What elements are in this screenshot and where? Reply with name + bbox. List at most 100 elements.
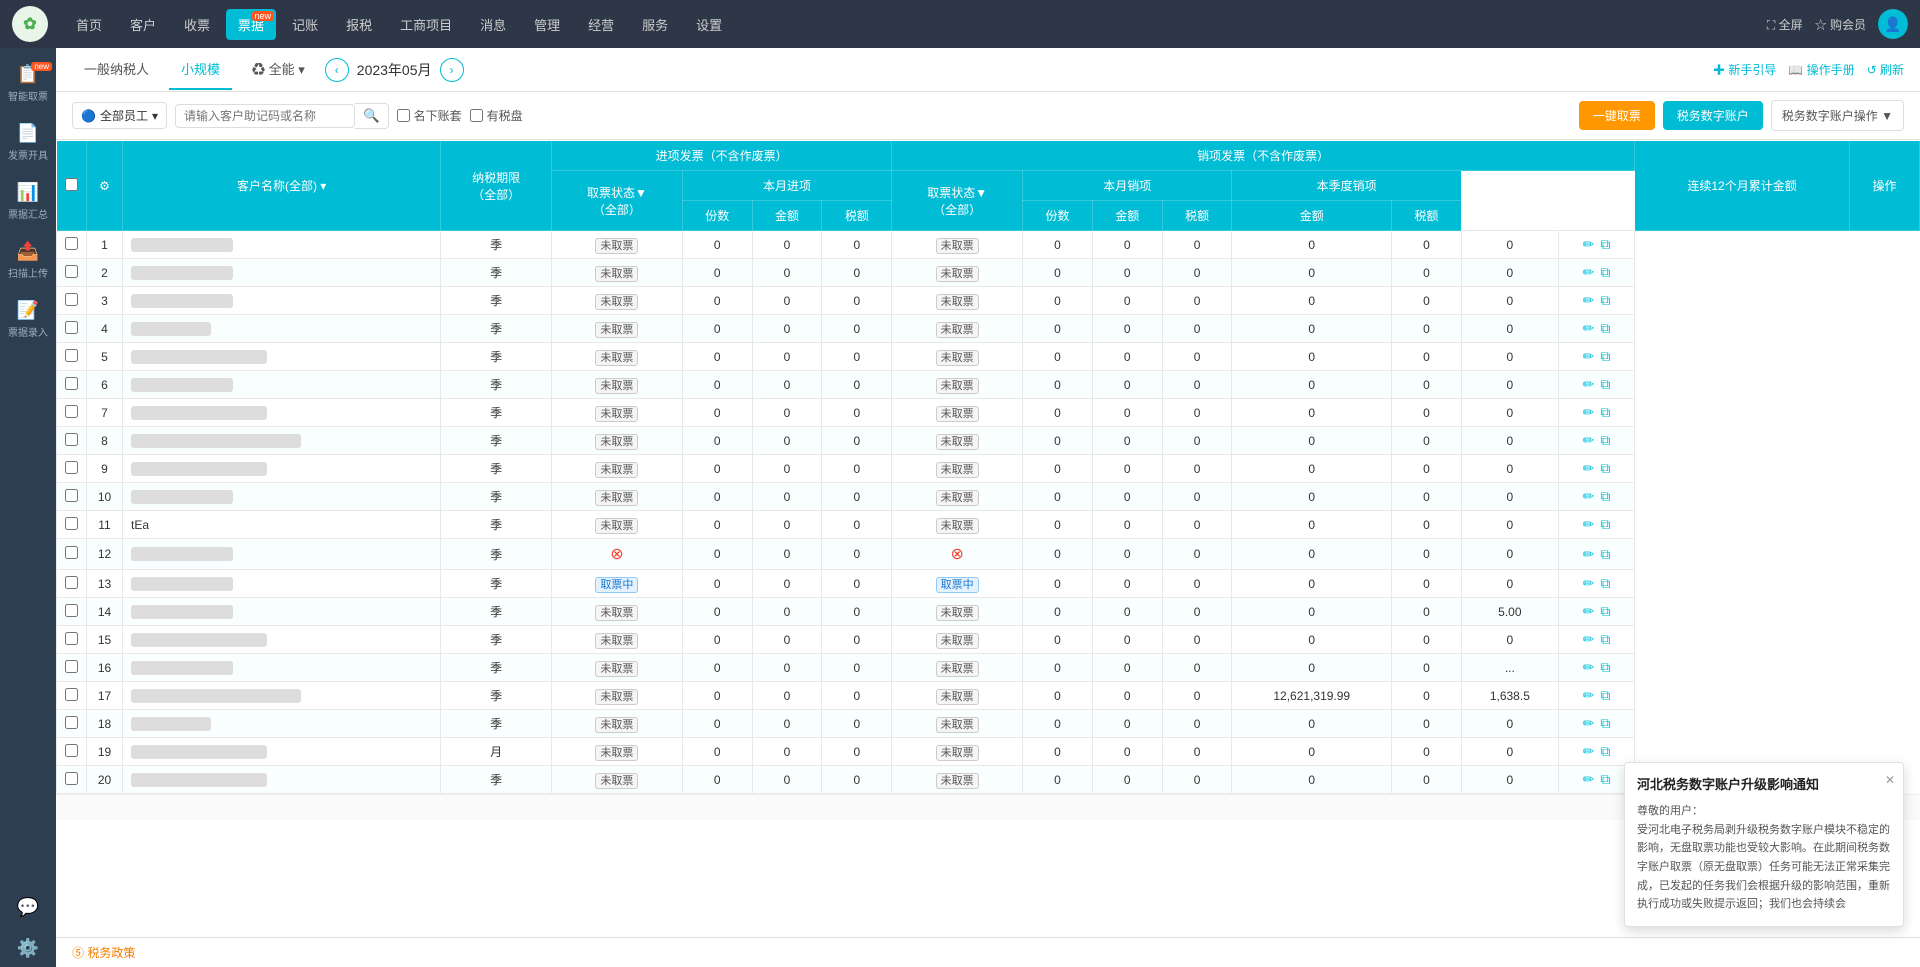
copy-icon[interactable]: ⧉ — [1600, 432, 1610, 449]
nav-accounting[interactable]: 记账 — [280, 9, 330, 40]
row-output-status[interactable]: 取票中 — [892, 570, 1023, 598]
row-input-status[interactable]: 未取票 — [551, 259, 682, 287]
row-checkbox[interactable] — [65, 265, 78, 278]
row-input-status[interactable]: 未取票 — [551, 598, 682, 626]
row-checkbox-cell[interactable] — [57, 766, 87, 794]
row-output-status[interactable]: 未取票 — [892, 483, 1023, 511]
edit-icon[interactable]: ✏ — [1583, 603, 1595, 620]
row-checkbox-cell[interactable] — [57, 371, 87, 399]
edit-icon[interactable]: ✏ — [1583, 376, 1595, 393]
sidebar-item-summary[interactable]: 📊 票据汇总 — [0, 174, 56, 229]
row-checkbox[interactable] — [65, 660, 78, 673]
edit-icon[interactable]: ✏ — [1583, 404, 1595, 421]
nav-business[interactable]: 工商项目 — [388, 9, 464, 40]
row-input-status[interactable]: 未取票 — [551, 511, 682, 539]
row-checkbox-cell[interactable] — [57, 738, 87, 766]
next-month-btn[interactable]: › — [440, 58, 464, 82]
copy-icon[interactable]: ⧉ — [1600, 348, 1610, 365]
copy-icon[interactable]: ⧉ — [1600, 404, 1610, 421]
nav-home[interactable]: 首页 — [64, 9, 114, 40]
edit-icon[interactable]: ✏ — [1583, 687, 1595, 704]
row-checkbox-cell[interactable] — [57, 427, 87, 455]
edit-icon[interactable]: ✏ — [1583, 488, 1595, 505]
row-checkbox[interactable] — [65, 377, 78, 390]
one-key-fetch-button[interactable]: 一键取票 — [1579, 101, 1655, 130]
copy-icon[interactable]: ⧉ — [1600, 292, 1610, 309]
row-output-status[interactable]: 未取票 — [892, 455, 1023, 483]
row-input-status[interactable]: 未取票 — [551, 738, 682, 766]
row-checkbox[interactable] — [65, 744, 78, 757]
row-checkbox-cell[interactable] — [57, 483, 87, 511]
row-output-status[interactable]: 未取票 — [892, 511, 1023, 539]
row-input-status[interactable]: 未取票 — [551, 483, 682, 511]
row-checkbox-cell[interactable] — [57, 287, 87, 315]
nav-settings[interactable]: 设置 — [684, 9, 734, 40]
nav-service[interactable]: 服务 — [630, 9, 680, 40]
copy-icon[interactable]: ⧉ — [1600, 488, 1610, 505]
copy-icon[interactable]: ⧉ — [1600, 603, 1610, 620]
edit-icon[interactable]: ✏ — [1583, 460, 1595, 477]
row-input-status[interactable]: 未取票 — [551, 654, 682, 682]
edit-icon[interactable]: ✏ — [1583, 715, 1595, 732]
search-button[interactable]: 🔍 — [355, 103, 389, 129]
copy-icon[interactable]: ⧉ — [1600, 460, 1610, 477]
row-output-status[interactable]: 未取票 — [892, 598, 1023, 626]
row-output-status[interactable]: 未取票 — [892, 427, 1023, 455]
edit-icon[interactable]: ✏ — [1583, 348, 1595, 365]
row-checkbox-cell[interactable] — [57, 343, 87, 371]
copy-icon[interactable]: ⧉ — [1600, 771, 1610, 788]
sidebar-item-smart-fetch[interactable]: 📋 智能取票 — [0, 56, 56, 111]
row-input-status[interactable]: 未取票 — [551, 626, 682, 654]
popup-close-btn[interactable]: ✕ — [1885, 771, 1895, 790]
row-checkbox[interactable] — [65, 321, 78, 334]
row-output-status[interactable]: 未取票 — [892, 626, 1023, 654]
nav-customer[interactable]: 客户 — [118, 9, 168, 40]
tab-small[interactable]: 小规模 — [169, 49, 232, 90]
sidebar-item-scan[interactable]: 📤 扫描上传 — [0, 233, 56, 288]
subledger-checkbox-label[interactable]: 名下账套 — [397, 107, 462, 124]
row-checkbox[interactable] — [65, 772, 78, 785]
row-checkbox-cell[interactable] — [57, 315, 87, 343]
row-input-status[interactable]: 未取票 — [551, 427, 682, 455]
row-input-status[interactable]: 未取票 — [551, 682, 682, 710]
copy-icon[interactable]: ⧉ — [1600, 687, 1610, 704]
row-checkbox[interactable] — [65, 461, 78, 474]
refresh-btn[interactable]: ↺ 刷新 — [1867, 61, 1904, 78]
row-output-status[interactable]: 未取票 — [892, 682, 1023, 710]
nav-operation[interactable]: 经营 — [576, 9, 626, 40]
search-input[interactable] — [175, 104, 355, 128]
nav-invoice[interactable]: 票据 new — [226, 9, 276, 40]
member-btn[interactable]: ☆ 购会员 — [1815, 16, 1866, 33]
copy-icon[interactable]: ⧉ — [1600, 546, 1610, 563]
row-input-status[interactable]: 未取票 — [551, 399, 682, 427]
tab-general[interactable]: 一般纳税人 — [72, 49, 161, 90]
row-input-status[interactable]: 未取票 — [551, 343, 682, 371]
copy-icon[interactable]: ⧉ — [1600, 264, 1610, 281]
copy-icon[interactable]: ⧉ — [1600, 631, 1610, 648]
copy-icon[interactable]: ⧉ — [1600, 320, 1610, 337]
copy-icon[interactable]: ⧉ — [1600, 376, 1610, 393]
row-checkbox[interactable] — [65, 293, 78, 306]
row-output-status[interactable]: 未取票 — [892, 343, 1023, 371]
row-checkbox-cell[interactable] — [57, 710, 87, 738]
row-checkbox[interactable] — [65, 716, 78, 729]
row-input-status[interactable]: 取票中 — [551, 570, 682, 598]
row-checkbox[interactable] — [65, 349, 78, 362]
guide-btn[interactable]: ✚ 新手引导 — [1713, 61, 1776, 78]
row-checkbox-cell[interactable] — [57, 399, 87, 427]
tax-digital-button[interactable]: 税务数字账户 — [1663, 101, 1763, 130]
row-output-status[interactable]: 未取票 — [892, 654, 1023, 682]
row-checkbox-cell[interactable] — [57, 570, 87, 598]
edit-icon[interactable]: ✏ — [1583, 631, 1595, 648]
copy-icon[interactable]: ⧉ — [1600, 236, 1610, 253]
edit-icon[interactable]: ✏ — [1583, 516, 1595, 533]
copy-icon[interactable]: ⧉ — [1600, 743, 1610, 760]
row-checkbox[interactable] — [65, 237, 78, 250]
row-output-status[interactable]: 未取票 — [892, 710, 1023, 738]
edit-icon[interactable]: ✏ — [1583, 659, 1595, 676]
row-output-status[interactable]: 未取票 — [892, 231, 1023, 259]
th-checkbox[interactable] — [57, 141, 87, 231]
row-output-status[interactable]: 未取票 — [892, 287, 1023, 315]
row-output-status[interactable]: 未取票 — [892, 766, 1023, 794]
copy-icon[interactable]: ⧉ — [1600, 516, 1610, 533]
